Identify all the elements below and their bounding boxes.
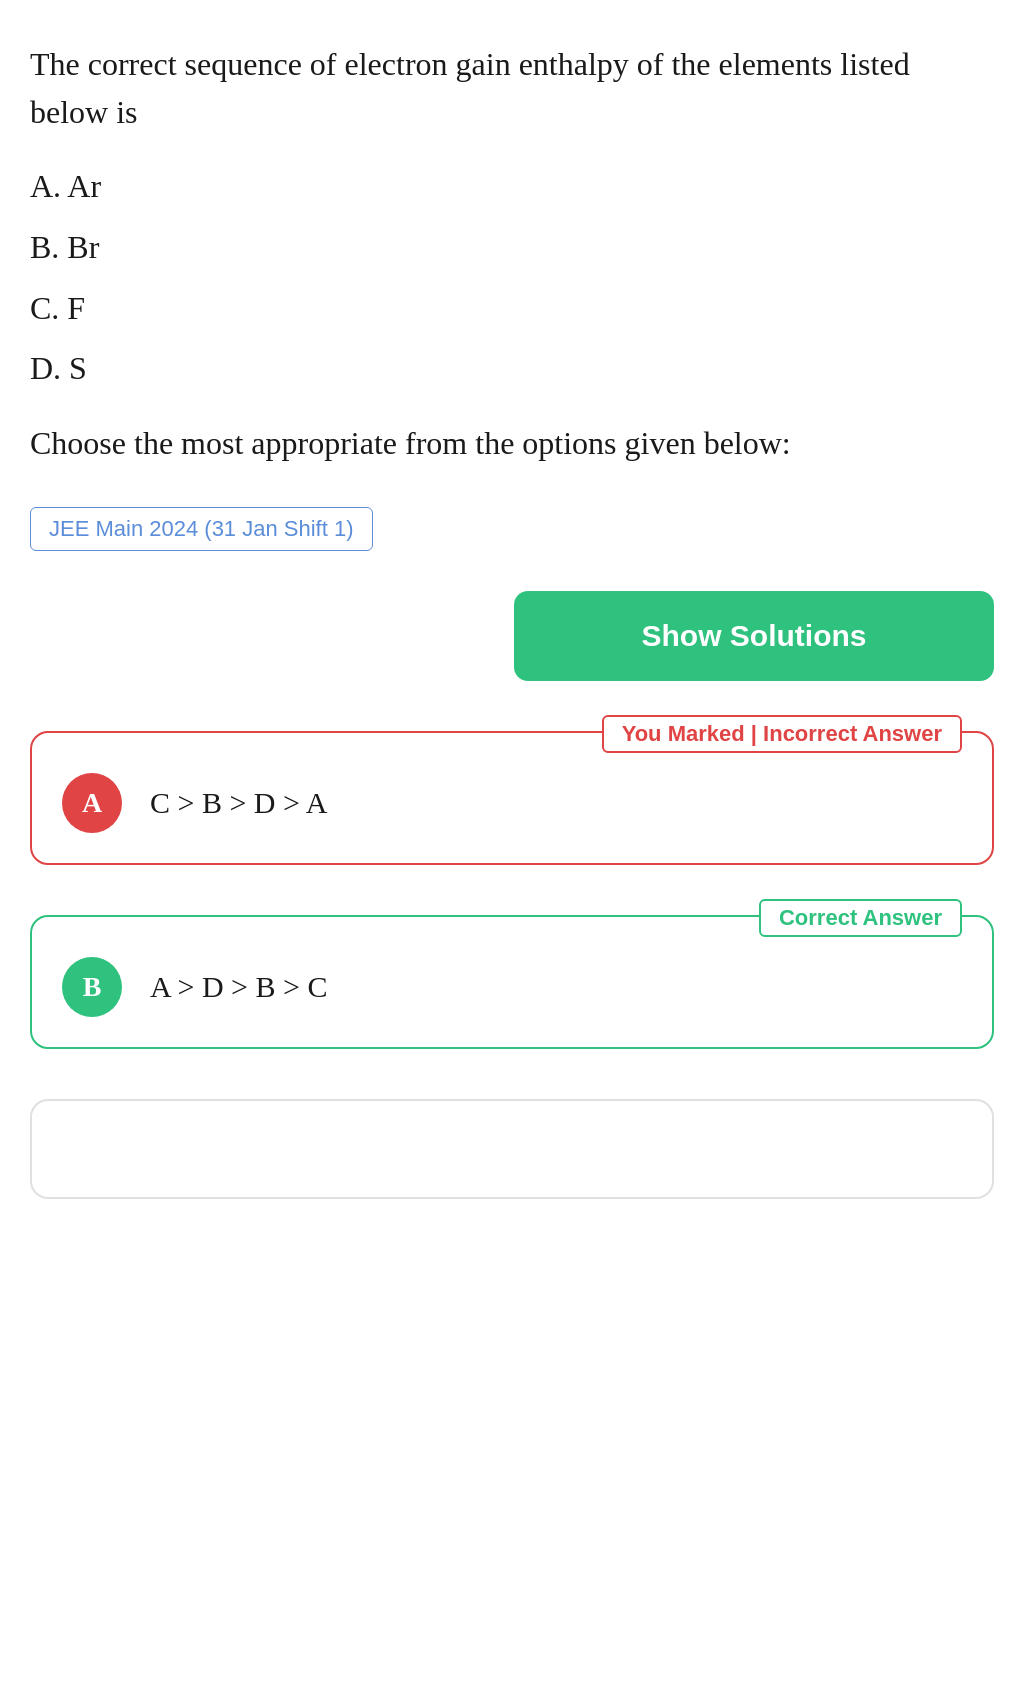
question-container: The correct sequence of electron gain en… [30,40,994,467]
option-b: B. Br [30,217,994,278]
option-d: D. S [30,338,994,399]
correct-option-circle: B [62,957,122,1017]
question-text: The correct sequence of electron gain en… [30,40,994,136]
correct-answer-label: Correct Answer [759,899,962,937]
correct-answer-row: B A > D > B > C [62,947,962,1017]
instruction-text: Choose the most appropriate from the opt… [30,419,994,467]
incorrect-answer-expression: C > B > D > A [150,786,327,820]
incorrect-answer-card: You Marked | Incorrect Answer A C > B > … [30,731,994,865]
show-solutions-button[interactable]: Show Solutions [514,591,994,681]
incorrect-answer-row: A C > B > D > A [62,763,962,833]
exam-tag-badge: JEE Main 2024 (31 Jan Shift 1) [30,507,373,551]
bottom-section-card [30,1099,994,1199]
option-c: C. F [30,278,994,339]
option-a: A. Ar [30,156,994,217]
incorrect-answer-label: You Marked | Incorrect Answer [602,715,962,753]
correct-answer-card: Correct Answer B A > D > B > C [30,915,994,1049]
tag-container: JEE Main 2024 (31 Jan Shift 1) [30,497,994,591]
options-list: A. Ar B. Br C. F D. S [30,156,994,399]
incorrect-option-circle: A [62,773,122,833]
correct-answer-expression: A > D > B > C [150,970,327,1004]
